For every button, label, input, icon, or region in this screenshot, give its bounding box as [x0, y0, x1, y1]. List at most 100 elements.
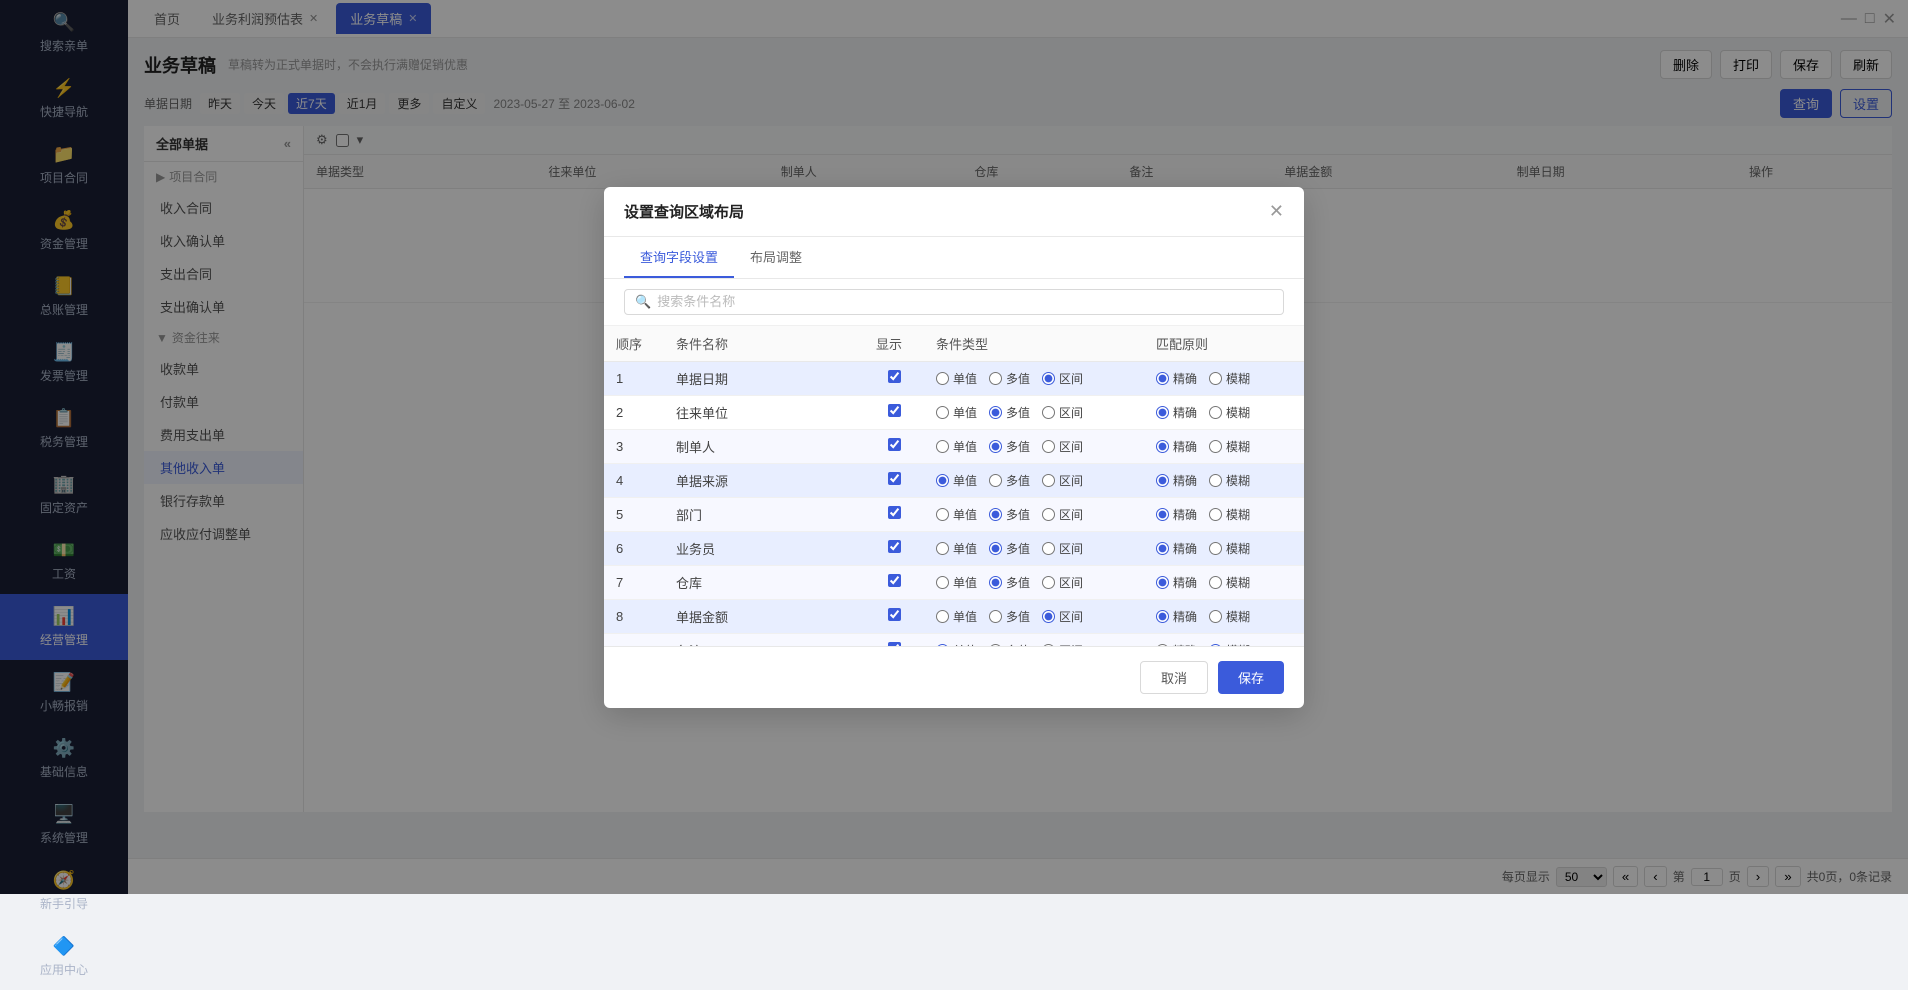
radio-multi-input-2[interactable] — [989, 406, 1002, 419]
row-type-6[interactable]: 单值 多值 区间 — [924, 531, 1144, 565]
row-type-9[interactable]: 单值 多值 区间 — [924, 633, 1144, 646]
row-match-2[interactable]: 精确 模糊 — [1144, 395, 1304, 429]
row-show-3[interactable] — [864, 429, 924, 463]
radio-exact-input-5[interactable] — [1156, 508, 1169, 521]
row-show-5[interactable] — [864, 497, 924, 531]
radio-fuzzy-input-7[interactable] — [1209, 576, 1222, 589]
row-match-3[interactable]: 精确 模糊 — [1144, 429, 1304, 463]
radio-range-8[interactable]: 区间 — [1042, 608, 1083, 625]
radio-range-input-6[interactable] — [1042, 542, 1055, 555]
radio-range-input-7[interactable] — [1042, 576, 1055, 589]
row-match-6[interactable]: 精确 模糊 — [1144, 531, 1304, 565]
radio-single-input-4[interactable] — [936, 474, 949, 487]
radio-exact-input-6[interactable] — [1156, 542, 1169, 555]
radio-single-input-8[interactable] — [936, 610, 949, 623]
radio-range-2[interactable]: 区间 — [1042, 404, 1083, 421]
radio-range-6[interactable]: 区间 — [1042, 540, 1083, 557]
checkbox-show-8[interactable] — [888, 608, 901, 621]
row-type-8[interactable]: 单值 多值 区间 — [924, 599, 1144, 633]
sidebar-item-appstore[interactable]: 🔷应用中心 — [0, 924, 128, 990]
row-type-3[interactable]: 单值 多值 区间 — [924, 429, 1144, 463]
radio-range-7[interactable]: 区间 — [1042, 574, 1083, 591]
radio-multi-input-5[interactable] — [989, 508, 1002, 521]
row-show-1[interactable] — [864, 361, 924, 395]
radio-fuzzy-3[interactable]: 模糊 — [1209, 438, 1250, 455]
radio-multi-3[interactable]: 多值 — [989, 438, 1030, 455]
radio-range-input-5[interactable] — [1042, 508, 1055, 521]
radio-range-3[interactable]: 区间 — [1042, 438, 1083, 455]
tab-layout[interactable]: 布局调整 — [734, 237, 818, 278]
row-match-4[interactable]: 精确 模糊 — [1144, 463, 1304, 497]
radio-multi-6[interactable]: 多值 — [989, 540, 1030, 557]
checkbox-show-5[interactable] — [888, 506, 901, 519]
radio-multi-7[interactable]: 多值 — [989, 574, 1030, 591]
row-type-1[interactable]: 单值 多值 区间 — [924, 361, 1144, 395]
radio-exact-input-1[interactable] — [1156, 372, 1169, 385]
radio-fuzzy-input-5[interactable] — [1209, 508, 1222, 521]
radio-multi-input-3[interactable] — [989, 440, 1002, 453]
radio-range-input-4[interactable] — [1042, 474, 1055, 487]
radio-single-input-3[interactable] — [936, 440, 949, 453]
row-match-9[interactable]: 精确 模糊 — [1144, 633, 1304, 646]
dialog-close-button[interactable]: ✕ — [1269, 201, 1284, 222]
radio-fuzzy-8[interactable]: 模糊 — [1209, 608, 1250, 625]
radio-multi-1[interactable]: 多值 — [989, 370, 1030, 387]
row-show-9[interactable] — [864, 633, 924, 646]
row-show-6[interactable] — [864, 531, 924, 565]
radio-single-input-7[interactable] — [936, 576, 949, 589]
radio-fuzzy-input-6[interactable] — [1209, 542, 1222, 555]
radio-exact-input-8[interactable] — [1156, 610, 1169, 623]
search-input[interactable] — [657, 294, 1273, 309]
radio-exact-7[interactable]: 精确 — [1156, 574, 1197, 591]
radio-single-input-5[interactable] — [936, 508, 949, 521]
radio-multi-input-7[interactable] — [989, 576, 1002, 589]
tab-fields[interactable]: 查询字段设置 — [624, 237, 734, 278]
radio-single-input-1[interactable] — [936, 372, 949, 385]
radio-single-7[interactable]: 单值 — [936, 574, 977, 591]
row-type-7[interactable]: 单值 多值 区间 — [924, 565, 1144, 599]
radio-multi-input-4[interactable] — [989, 474, 1002, 487]
radio-multi-4[interactable]: 多值 — [989, 472, 1030, 489]
radio-single-input-6[interactable] — [936, 542, 949, 555]
radio-range-1[interactable]: 区间 — [1042, 370, 1083, 387]
radio-range-5[interactable]: 区间 — [1042, 506, 1083, 523]
radio-fuzzy-2[interactable]: 模糊 — [1209, 404, 1250, 421]
radio-fuzzy-4[interactable]: 模糊 — [1209, 472, 1250, 489]
radio-fuzzy-input-8[interactable] — [1209, 610, 1222, 623]
radio-fuzzy-7[interactable]: 模糊 — [1209, 574, 1250, 591]
row-type-4[interactable]: 单值 多值 区间 — [924, 463, 1144, 497]
row-match-7[interactable]: 精确 模糊 — [1144, 565, 1304, 599]
radio-fuzzy-5[interactable]: 模糊 — [1209, 506, 1250, 523]
cancel-button[interactable]: 取消 — [1140, 661, 1208, 694]
radio-exact-1[interactable]: 精确 — [1156, 370, 1197, 387]
checkbox-show-4[interactable] — [888, 472, 901, 485]
radio-fuzzy-input-2[interactable] — [1209, 406, 1222, 419]
radio-single-input-2[interactable] — [936, 406, 949, 419]
radio-fuzzy-input-1[interactable] — [1209, 372, 1222, 385]
radio-exact-4[interactable]: 精确 — [1156, 472, 1197, 489]
radio-single-1[interactable]: 单值 — [936, 370, 977, 387]
radio-exact-8[interactable]: 精确 — [1156, 608, 1197, 625]
radio-fuzzy-input-4[interactable] — [1209, 474, 1222, 487]
radio-range-input-3[interactable] — [1042, 440, 1055, 453]
radio-range-4[interactable]: 区间 — [1042, 472, 1083, 489]
radio-single-6[interactable]: 单值 — [936, 540, 977, 557]
radio-exact-3[interactable]: 精确 — [1156, 438, 1197, 455]
row-show-7[interactable] — [864, 565, 924, 599]
row-show-8[interactable] — [864, 599, 924, 633]
modal-overlay[interactable]: 设置查询区域布局 ✕ 查询字段设置 布局调整 🔍 顺序 条件名称 显示 — [0, 0, 1908, 894]
row-match-1[interactable]: 精确 模糊 — [1144, 361, 1304, 395]
radio-multi-8[interactable]: 多值 — [989, 608, 1030, 625]
checkbox-show-6[interactable] — [888, 540, 901, 553]
radio-single-3[interactable]: 单值 — [936, 438, 977, 455]
radio-fuzzy-6[interactable]: 模糊 — [1209, 540, 1250, 557]
checkbox-show-7[interactable] — [888, 574, 901, 587]
radio-exact-2[interactable]: 精确 — [1156, 404, 1197, 421]
row-type-5[interactable]: 单值 多值 区间 — [924, 497, 1144, 531]
row-show-2[interactable] — [864, 395, 924, 429]
radio-single-5[interactable]: 单值 — [936, 506, 977, 523]
radio-exact-input-4[interactable] — [1156, 474, 1169, 487]
radio-multi-input-6[interactable] — [989, 542, 1002, 555]
radio-exact-input-2[interactable] — [1156, 406, 1169, 419]
radio-range-input-1[interactable] — [1042, 372, 1055, 385]
